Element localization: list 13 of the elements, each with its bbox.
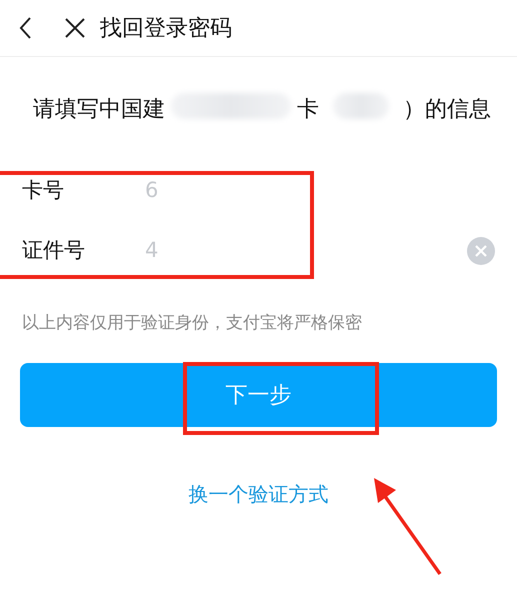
close-icon[interactable]	[64, 17, 86, 39]
intro-text: ）的信息	[403, 96, 491, 124]
intro-text: 卡	[297, 96, 319, 124]
hint-text: 以上内容仅用于验证身份，支付宝将严格保密	[21, 312, 363, 335]
field-label: 证件号	[22, 237, 86, 264]
next-button[interactable]: 下一步	[20, 363, 497, 427]
back-icon[interactable]	[18, 16, 32, 40]
switch-verification-link[interactable]: 换一个验证方式	[188, 482, 328, 506]
intro-text: 请填写中国建	[33, 96, 165, 124]
input-field[interactable]: 6	[145, 175, 445, 207]
page-title: 找回登录密码	[100, 14, 232, 42]
input-field[interactable]: 4	[145, 235, 445, 267]
field-label: 卡号	[22, 177, 65, 204]
